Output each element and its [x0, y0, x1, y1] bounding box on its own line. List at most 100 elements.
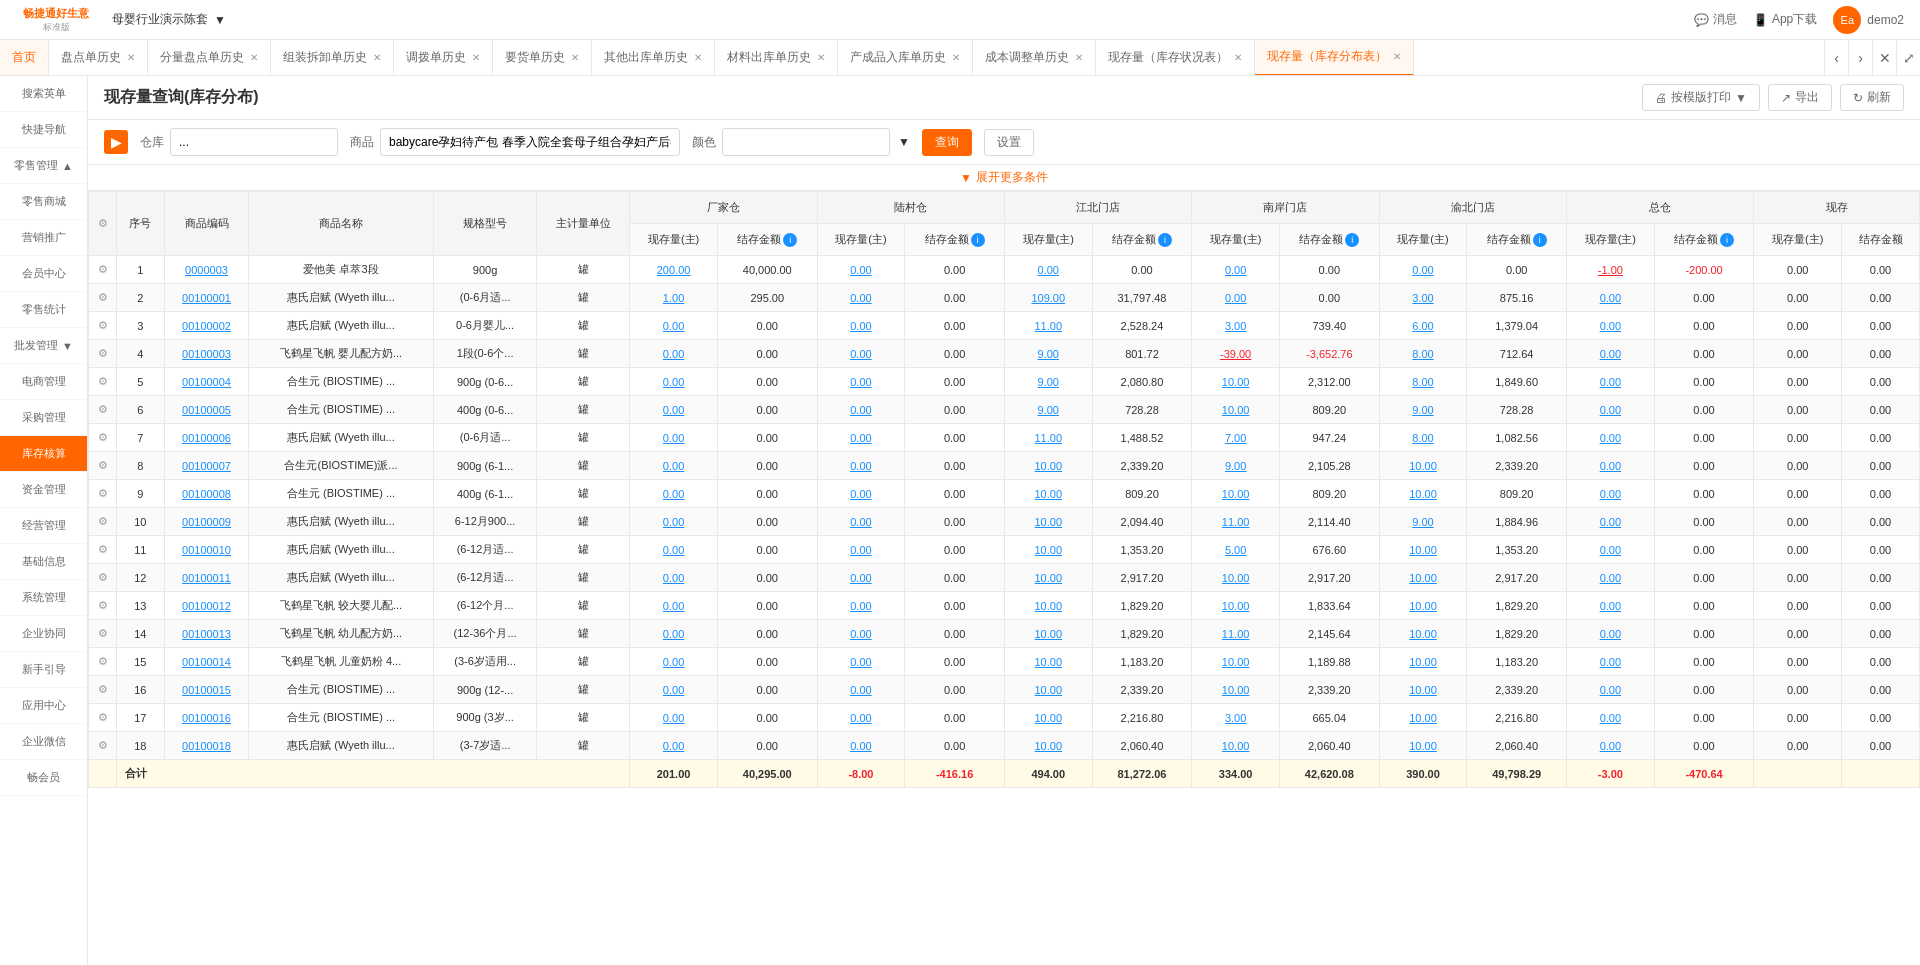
- refresh-button[interactable]: ↻ 刷新: [1840, 84, 1904, 111]
- export-button[interactable]: ↗ 导出: [1768, 84, 1832, 111]
- row-gear-icon[interactable]: ⚙: [98, 711, 108, 723]
- total-amount-info-icon[interactable]: i: [1720, 233, 1734, 247]
- tab-purchase-order[interactable]: 要货单历史 ✕: [493, 40, 592, 76]
- settings-button[interactable]: 设置: [984, 129, 1034, 156]
- row-gear-icon[interactable]: ⚙: [98, 431, 108, 443]
- td-settings[interactable]: ⚙: [89, 368, 117, 396]
- td-settings[interactable]: ⚙: [89, 312, 117, 340]
- sidebar-item-quick-nav[interactable]: 快捷导航: [0, 112, 87, 148]
- tab-stock-dist[interactable]: 现存量（库存分布表） ✕: [1255, 40, 1414, 76]
- tab-close-stock-single[interactable]: ✕: [127, 52, 135, 63]
- td-settings[interactable]: ⚙: [89, 480, 117, 508]
- td-settings[interactable]: ⚙: [89, 424, 117, 452]
- td-settings[interactable]: ⚙: [89, 256, 117, 284]
- tab-close-stock-status[interactable]: ✕: [1234, 52, 1242, 63]
- row-gear-icon[interactable]: ⚙: [98, 543, 108, 555]
- row-gear-icon[interactable]: ⚙: [98, 291, 108, 303]
- lushan-amount-info-icon[interactable]: i: [971, 233, 985, 247]
- tab-close-assembly[interactable]: ✕: [373, 52, 381, 63]
- sidebar-item-member[interactable]: 会员中心: [0, 256, 87, 292]
- tab-close-stock-dist[interactable]: ✕: [1393, 51, 1401, 62]
- td-settings[interactable]: ⚙: [89, 704, 117, 732]
- print-button[interactable]: 🖨 按模版打印 ▼: [1642, 84, 1760, 111]
- tab-cost-adjust[interactable]: 成本调整单历史 ✕: [973, 40, 1096, 76]
- td-settings[interactable]: ⚙: [89, 592, 117, 620]
- sidebar-item-basic[interactable]: 基础信息: [0, 544, 87, 580]
- sidebar-item-app-center[interactable]: 应用中心: [0, 688, 87, 724]
- table-container[interactable]: ⚙ 序号 商品编码 商品名称 规格型号 主计量单位 厂家仓 陆村仓 江北门店 南…: [88, 191, 1920, 965]
- filter-toggle-button[interactable]: ▶: [104, 130, 128, 154]
- row-gear-icon[interactable]: ⚙: [98, 403, 108, 415]
- expand-more-button[interactable]: ▼ 展开更多条件: [960, 169, 1048, 186]
- row-gear-icon[interactable]: ⚙: [98, 655, 108, 667]
- row-gear-icon[interactable]: ⚙: [98, 319, 108, 331]
- tab-close-finished-inbound[interactable]: ✕: [952, 52, 960, 63]
- yubei-amount-info-icon[interactable]: i: [1533, 233, 1547, 247]
- row-gear-icon[interactable]: ⚙: [98, 739, 108, 751]
- sidebar-item-retail[interactable]: 零售管理 ▲: [0, 148, 87, 184]
- message-button[interactable]: 💬 消息: [1694, 11, 1737, 28]
- td-settings[interactable]: ⚙: [89, 676, 117, 704]
- tab-close-other-outbound[interactable]: ✕: [694, 52, 702, 63]
- th-settings[interactable]: ⚙: [89, 192, 117, 256]
- sidebar-item-enterprise[interactable]: 企业协同: [0, 616, 87, 652]
- td-settings[interactable]: ⚙: [89, 508, 117, 536]
- td-settings[interactable]: ⚙: [89, 732, 117, 760]
- sidebar-item-marketing[interactable]: 营销推广: [0, 220, 87, 256]
- row-gear-icon[interactable]: ⚙: [98, 571, 108, 583]
- warehouse-input[interactable]: [170, 128, 338, 156]
- sidebar-item-inventory[interactable]: 库存核算: [0, 436, 87, 472]
- sidebar-item-purchase[interactable]: 采购管理: [0, 400, 87, 436]
- query-button[interactable]: 查询: [922, 129, 972, 156]
- tab-home[interactable]: 首页: [0, 40, 49, 76]
- sidebar-item-retail-stats[interactable]: 零售统计: [0, 292, 87, 328]
- td-settings[interactable]: ⚙: [89, 396, 117, 424]
- gear-icon[interactable]: ⚙: [98, 217, 108, 229]
- tab-close-fraction-stock[interactable]: ✕: [250, 52, 258, 63]
- tab-close-transfer[interactable]: ✕: [472, 52, 480, 63]
- tab-transfer[interactable]: 调拨单历史 ✕: [394, 40, 493, 76]
- nav-expand-button[interactable]: ⤢: [1896, 40, 1920, 76]
- row-gear-icon[interactable]: ⚙: [98, 347, 108, 359]
- sidebar-item-system[interactable]: 系统管理: [0, 580, 87, 616]
- td-settings[interactable]: ⚙: [89, 452, 117, 480]
- nav-prev-button[interactable]: ‹: [1824, 40, 1848, 76]
- sidebar-item-ecommerce[interactable]: 电商管理: [0, 364, 87, 400]
- nanan-amount-info-icon[interactable]: i: [1345, 233, 1359, 247]
- row-gear-icon[interactable]: ⚙: [98, 683, 108, 695]
- color-dropdown-icon[interactable]: ▼: [898, 135, 910, 149]
- td-settings[interactable]: ⚙: [89, 340, 117, 368]
- tab-stock-status[interactable]: 现存量（库存状况表） ✕: [1096, 40, 1255, 76]
- sidebar-item-retail-mall[interactable]: 零售商城: [0, 184, 87, 220]
- sidebar-item-member2[interactable]: 畅会员: [0, 760, 87, 796]
- tab-close-purchase-order[interactable]: ✕: [571, 52, 579, 63]
- user-profile[interactable]: Ea demo2: [1833, 6, 1904, 34]
- sidebar-item-newbie[interactable]: 新手引导: [0, 652, 87, 688]
- app-download-button[interactable]: 📱 App下载: [1753, 11, 1817, 28]
- sidebar-item-wholesale[interactable]: 批发管理 ▼: [0, 328, 87, 364]
- td-settings[interactable]: ⚙: [89, 536, 117, 564]
- tab-other-outbound[interactable]: 其他出库单历史 ✕: [592, 40, 715, 76]
- factory-amount-info-icon[interactable]: i: [783, 233, 797, 247]
- tab-material-outbound[interactable]: 材料出库单历史 ✕: [715, 40, 838, 76]
- row-gear-icon[interactable]: ⚙: [98, 375, 108, 387]
- tab-assembly[interactable]: 组装拆卸单历史 ✕: [271, 40, 394, 76]
- jiangbei-amount-info-icon[interactable]: i: [1158, 233, 1172, 247]
- sidebar-item-enterprise-wechat[interactable]: 企业微信: [0, 724, 87, 760]
- row-gear-icon[interactable]: ⚙: [98, 515, 108, 527]
- sidebar-item-finance[interactable]: 资金管理: [0, 472, 87, 508]
- product-input[interactable]: [380, 128, 680, 156]
- td-settings[interactable]: ⚙: [89, 284, 117, 312]
- industry-selector[interactable]: 母婴行业演示陈套 ▼: [112, 11, 226, 28]
- tab-finished-inbound[interactable]: 产成品入库单历史 ✕: [838, 40, 973, 76]
- row-gear-icon[interactable]: ⚙: [98, 599, 108, 611]
- row-gear-icon[interactable]: ⚙: [98, 487, 108, 499]
- row-gear-icon[interactable]: ⚙: [98, 459, 108, 471]
- td-settings[interactable]: ⚙: [89, 620, 117, 648]
- tab-stock-single[interactable]: 盘点单历史 ✕: [49, 40, 148, 76]
- sidebar-item-operations[interactable]: 经营管理: [0, 508, 87, 544]
- tab-close-material-outbound[interactable]: ✕: [817, 52, 825, 63]
- nav-close-button[interactable]: ✕: [1872, 40, 1896, 76]
- row-gear-icon[interactable]: ⚙: [98, 263, 108, 275]
- td-settings[interactable]: ⚙: [89, 564, 117, 592]
